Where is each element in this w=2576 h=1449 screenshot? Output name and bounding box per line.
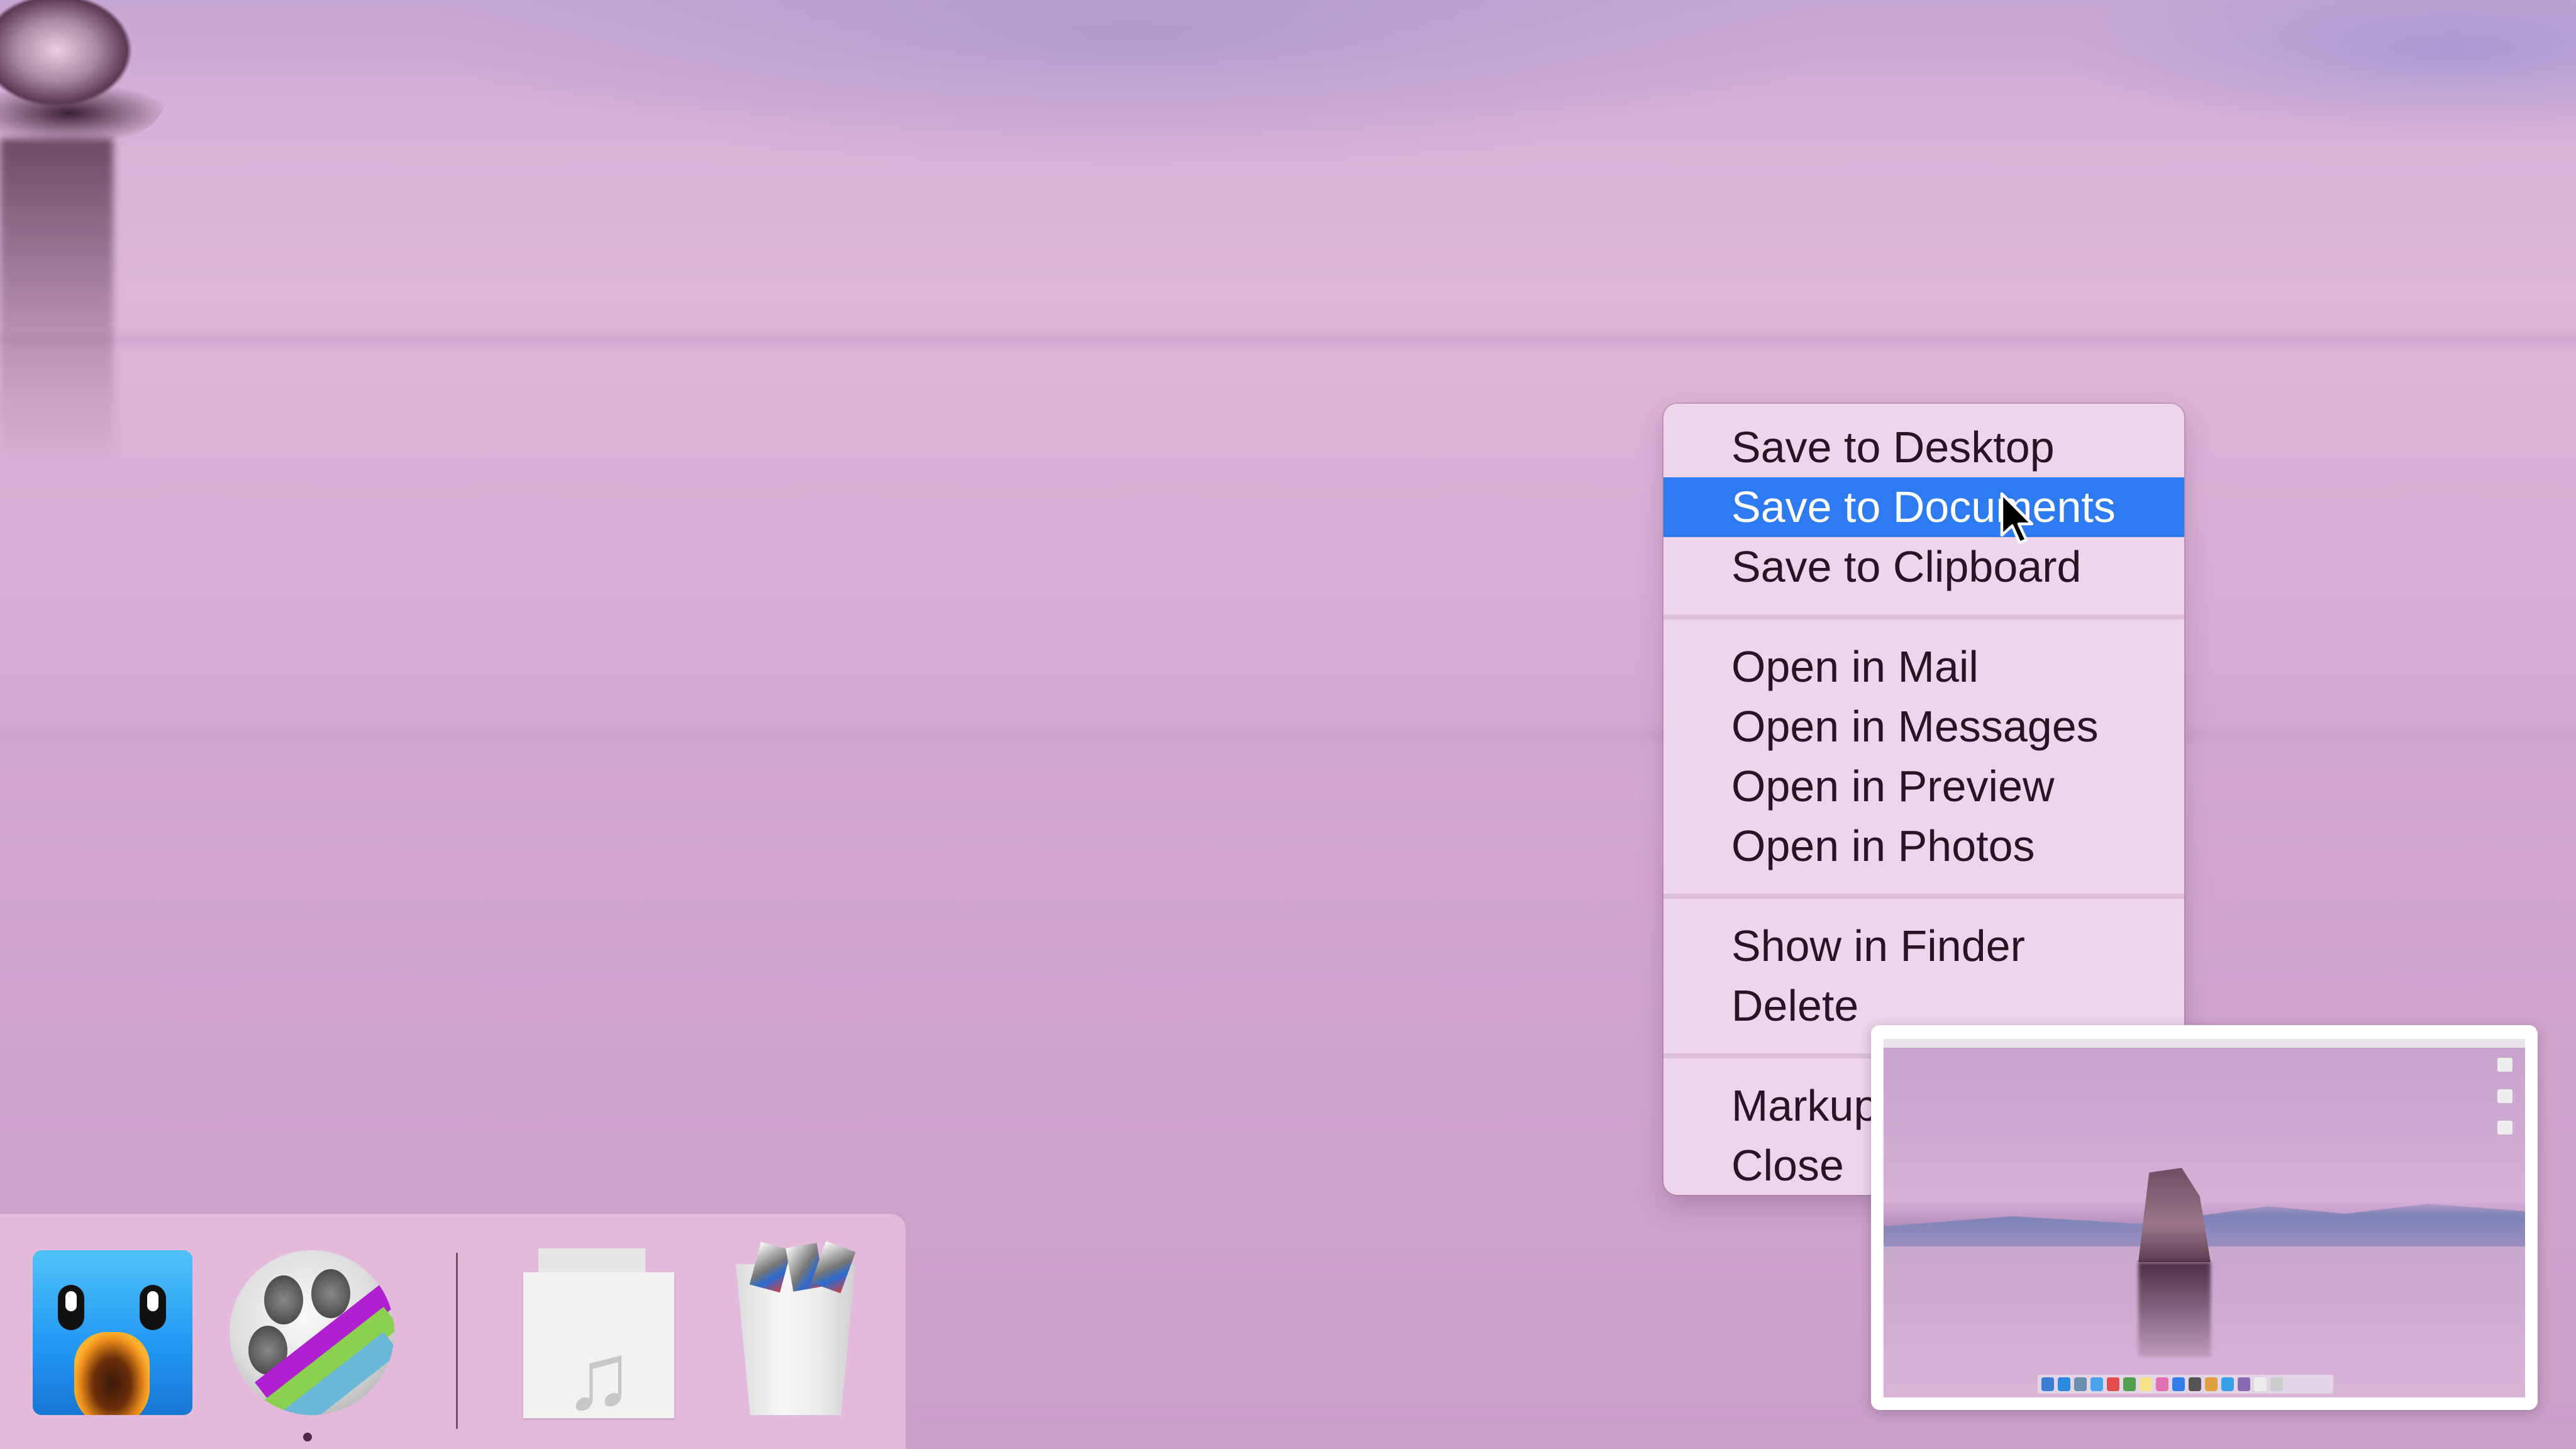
wallpaper-band xyxy=(0,723,2576,748)
menu-item-open-in-preview[interactable]: Open in Preview xyxy=(1663,757,2184,816)
tweetbot-icon xyxy=(58,1285,84,1330)
screenflow-icon xyxy=(311,1269,350,1318)
thumbnail-desktop-file-icon xyxy=(2497,1058,2512,1072)
screenflow-icon xyxy=(264,1275,303,1324)
menu-item-save-to-documents[interactable]: Save to Documents xyxy=(1663,477,2184,537)
screenshot-thumbnail[interactable] xyxy=(1871,1025,2538,1410)
menu-separator xyxy=(1663,894,2184,899)
thumbnail-rock-reflection xyxy=(2138,1262,2211,1357)
screenshot-thumbnail-image xyxy=(1884,1039,2525,1397)
tweetbot-icon xyxy=(74,1332,150,1415)
thumbnail-desktop-file-icon xyxy=(2497,1089,2512,1103)
wallpaper-rock xyxy=(0,0,167,145)
dock-item-music-document[interactable]: ♫ xyxy=(523,1248,674,1423)
thumbnail-desktop-file-icon xyxy=(2497,1121,2512,1135)
music-document-icon: ♫ xyxy=(523,1272,674,1423)
tweetbot-icon xyxy=(140,1285,166,1330)
dock-item-trash[interactable] xyxy=(730,1241,862,1415)
music-note-icon: ♫ xyxy=(563,1323,635,1429)
menu-item-show-in-finder[interactable]: Show in Finder xyxy=(1663,916,2184,976)
menu-item-save-to-desktop[interactable]: Save to Desktop xyxy=(1663,418,2184,477)
dock-divider xyxy=(456,1253,458,1429)
dock: ♫ xyxy=(0,1214,906,1449)
menu-item-open-in-photos[interactable]: Open in Photos xyxy=(1663,816,2184,876)
menu-item-save-to-clipboard[interactable]: Save to Clipboard xyxy=(1663,537,2184,597)
thumbnail-rock xyxy=(2138,1168,2211,1262)
wallpaper-band xyxy=(0,327,2576,352)
wallpaper-rock-reflection xyxy=(0,138,113,465)
dock-item-screenflow[interactable] xyxy=(230,1250,394,1415)
dock-item-tweetbot[interactable] xyxy=(33,1250,192,1415)
running-indicator xyxy=(303,1433,312,1441)
mouse-pointer-icon xyxy=(2000,492,2034,545)
menu-item-open-in-mail[interactable]: Open in Mail xyxy=(1663,637,2184,697)
menu-item-open-in-messages[interactable]: Open in Messages xyxy=(1663,697,2184,757)
menu-separator xyxy=(1663,614,2184,619)
thumbnail-dock xyxy=(2038,1375,2333,1394)
thumbnail-menubar xyxy=(1884,1039,2525,1048)
